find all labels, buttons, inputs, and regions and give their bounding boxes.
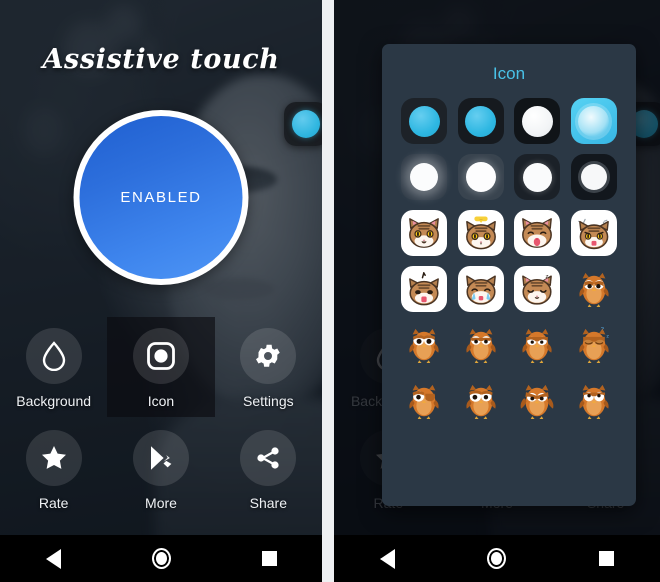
icon-option-owl-surprised[interactable] — [458, 378, 504, 424]
icon-option-cat-face-sleeping[interactable]: z z — [514, 266, 561, 312]
svg-text:...: ... — [479, 217, 482, 221]
owl-winking-icon — [409, 384, 439, 420]
owl-sleeping-icon: z z — [579, 326, 609, 364]
icon-option-cat-face-shocked[interactable] — [401, 266, 448, 312]
owl-looking-up-icon — [579, 384, 609, 420]
menu-item-settings[interactable]: Settings — [215, 317, 322, 417]
panel-divider — [322, 0, 334, 582]
dialog-title: Icon — [492, 64, 526, 83]
white-glow-circle-icon — [410, 163, 439, 191]
enable-button-label: ENABLED — [79, 116, 243, 279]
menu-label: Background — [16, 393, 92, 409]
menu-label: Share — [249, 495, 287, 511]
rounded-square-dot-icon — [132, 328, 189, 384]
svg-text:z: z — [606, 334, 609, 339]
menu-item-share[interactable]: Share — [215, 419, 322, 519]
floating-assistive-button[interactable] — [284, 102, 322, 146]
cyan-circle-icon — [465, 105, 497, 137]
icon-option-grid: ... z z — [382, 98, 636, 424]
menu-item-rate[interactable]: Rate — [0, 419, 107, 519]
cat-face-crying-icon — [465, 275, 496, 305]
icon-picker-dialog: Icon ... z z — [382, 44, 636, 506]
icon-option-cyan-circle-darker-tile[interactable] — [457, 98, 504, 144]
home-button-icon[interactable] — [487, 548, 507, 569]
cyan-circle-icon — [408, 105, 440, 137]
owl-annoyed-icon — [409, 328, 439, 364]
icon-option-white-glow-circle-1[interactable] — [401, 154, 448, 200]
recents-button-icon[interactable] — [261, 551, 277, 566]
white-glow-circle-icon — [522, 162, 552, 192]
cat-face-tongue-out-icon — [522, 218, 553, 248]
recents-button-icon[interactable] — [598, 551, 614, 566]
play-store-icon — [132, 430, 189, 486]
home-button-icon[interactable] — [151, 548, 171, 569]
page-title: Assistive touch — [42, 44, 280, 75]
menu-label: More — [145, 495, 177, 511]
icon-option-owl-looking-up[interactable] — [571, 378, 617, 424]
menu-label: Rate — [38, 495, 69, 511]
main-menu-grid: Background Icon Settings Rate More Share — [0, 311, 322, 535]
assistive-bubble-icon — [292, 110, 320, 138]
android-navigation-bar — [0, 535, 322, 582]
phone-screen-icon-dialog: Background Icon Settings Rate — [334, 0, 660, 582]
cat-face-neutral-icon — [409, 218, 440, 248]
icon-option-owl-squinting[interactable] — [514, 322, 560, 368]
icon-option-white-glow-circle-2[interactable] — [457, 154, 504, 200]
icon-option-cat-face-crying[interactable] — [457, 266, 504, 312]
menu-label: Settings — [243, 393, 294, 409]
menu-item-background[interactable]: Background — [0, 317, 107, 417]
icon-option-white-glow-circle-3[interactable] — [514, 154, 561, 200]
enable-toggle-button[interactable]: ENABLED — [73, 110, 249, 285]
menu-item-icon[interactable]: Icon — [107, 317, 215, 417]
icon-option-cat-face-tongue-out[interactable] — [514, 210, 561, 256]
white-glow-circle-icon — [465, 162, 496, 192]
star-icon — [25, 430, 82, 486]
owl-frowning-icon — [520, 384, 554, 420]
icon-option-cyan-selected-tile[interactable] — [570, 98, 617, 144]
back-button-icon[interactable] — [380, 548, 396, 569]
icon-option-cat-face-angry[interactable] — [570, 210, 617, 256]
icon-option-cat-face-talking[interactable]: ... — [457, 210, 504, 256]
owl-grumpy-icon — [579, 272, 609, 308]
icon-option-owl-annoyed[interactable] — [401, 322, 447, 368]
cat-face-sleeping-icon: z z — [522, 274, 553, 305]
menu-label: Icon — [147, 393, 175, 409]
icon-option-white-circle-dark-tile[interactable] — [514, 98, 561, 144]
cat-face-shocked-icon — [409, 272, 440, 306]
menu-item-more[interactable]: More — [107, 419, 214, 519]
icon-option-owl-grumpy[interactable] — [571, 266, 617, 312]
cat-face-angry-icon — [577, 218, 609, 250]
owl-wide-eyed-icon — [466, 328, 496, 364]
water-drop-icon — [25, 328, 82, 384]
selected-ring-icon — [578, 105, 610, 137]
owl-surprised-icon — [466, 384, 496, 420]
cat-face-talking-icon: ... — [465, 216, 496, 250]
icon-option-owl-frowning[interactable] — [514, 378, 560, 424]
icon-option-owl-sleeping[interactable]: z z — [571, 322, 617, 368]
white-circle-icon — [521, 105, 553, 137]
icon-option-white-ring-circle-4[interactable] — [570, 154, 617, 200]
icon-option-cat-face-neutral[interactable] — [401, 210, 448, 256]
icon-option-owl-winking[interactable] — [401, 378, 447, 424]
screenshot-root: Assistive touch ENABLED Background Icon — [0, 0, 660, 582]
icon-option-cyan-circle-dark-tile[interactable] — [401, 98, 448, 144]
back-button-icon[interactable] — [45, 548, 61, 569]
gear-icon — [240, 328, 297, 384]
white-ring-circle-icon — [580, 164, 607, 190]
icon-option-owl-wide-eyed[interactable] — [458, 322, 504, 368]
share-icon — [240, 430, 297, 486]
owl-squinting-icon — [522, 328, 552, 364]
android-navigation-bar — [334, 535, 660, 582]
phone-screen-main: Assistive touch ENABLED Background Icon — [0, 0, 322, 582]
